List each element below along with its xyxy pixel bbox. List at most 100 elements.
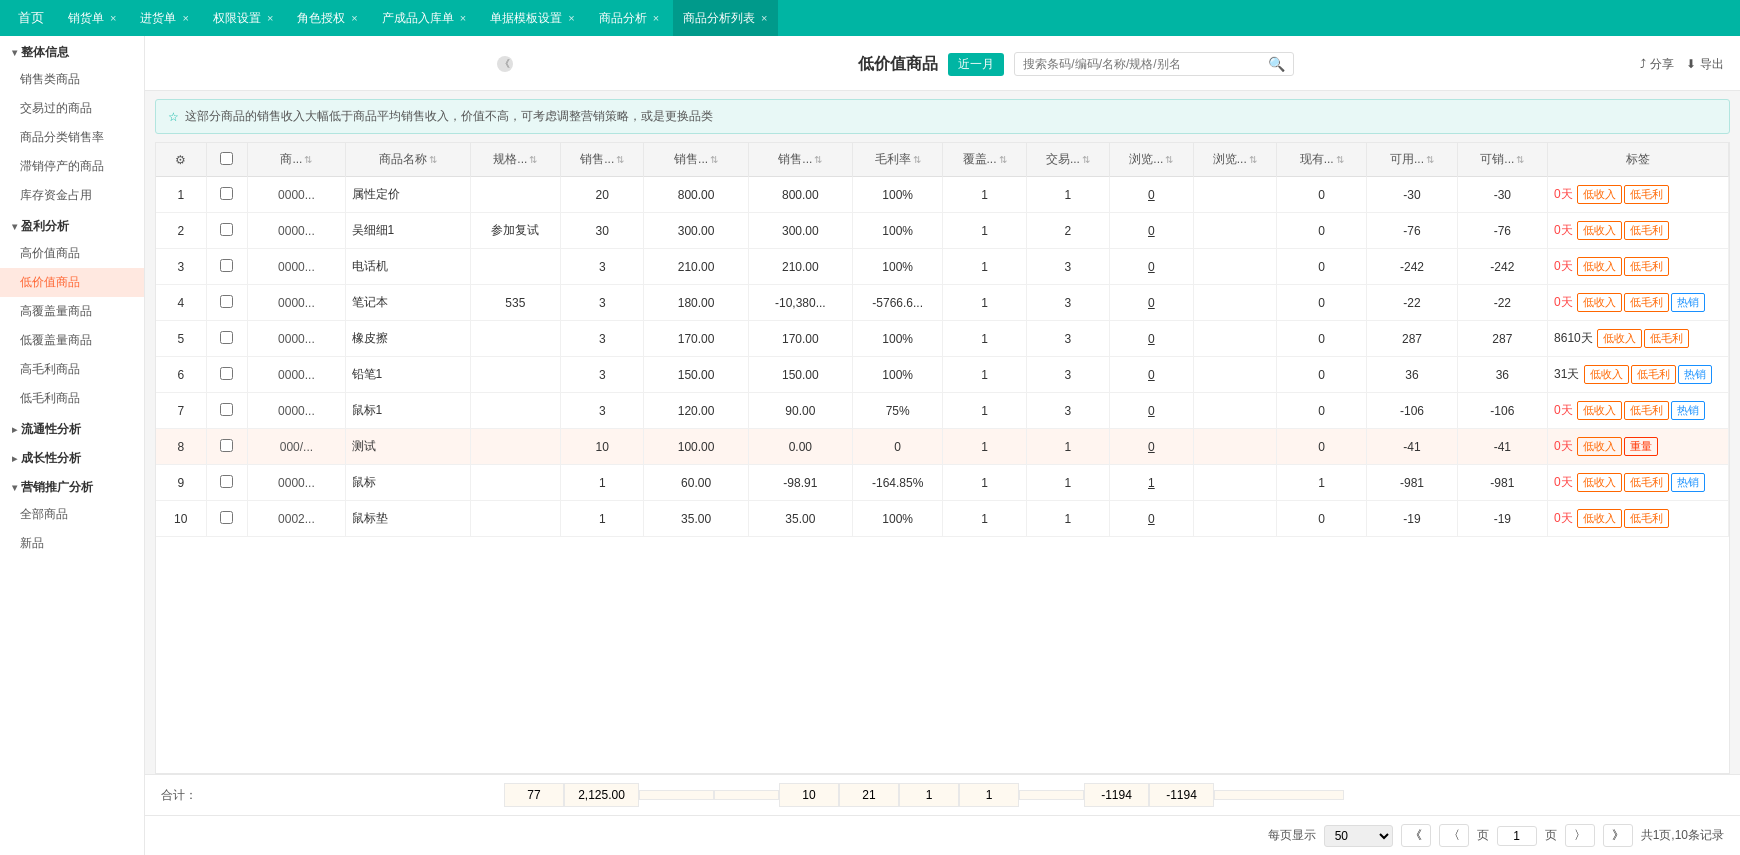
- row-select-checkbox[interactable]: [220, 511, 233, 524]
- nav-product-analysis[interactable]: 商品分析 ×: [589, 0, 669, 36]
- column-trades[interactable]: 交易...⇅: [1026, 143, 1109, 177]
- browse-link[interactable]: 0: [1148, 332, 1155, 346]
- row-select-checkbox[interactable]: [220, 223, 233, 236]
- sidebar-group-marketing[interactable]: ▾ 营销推广分析: [0, 471, 144, 500]
- nav-role-auth[interactable]: 角色授权 ×: [287, 0, 367, 36]
- data-table-container[interactable]: ⚙ 商...⇅ 商品名称⇅ 规格...⇅ 销售...⇅ 销售...⇅ 销售...…: [155, 142, 1730, 774]
- column-sales-amount[interactable]: 销售...⇅: [644, 143, 748, 177]
- select-all-checkbox[interactable]: [220, 152, 233, 165]
- nav-sales-order[interactable]: 销货单 ×: [58, 0, 126, 36]
- page-input[interactable]: [1497, 826, 1537, 846]
- row-select-checkbox[interactable]: [220, 367, 233, 380]
- row-browse1[interactable]: 0: [1110, 213, 1193, 249]
- row-browse1[interactable]: 0: [1110, 249, 1193, 285]
- close-icon[interactable]: ×: [460, 12, 466, 24]
- column-tags[interactable]: 标签: [1548, 143, 1729, 177]
- sidebar-item-inventory-capital[interactable]: 库存资金占用: [0, 181, 144, 210]
- row-browse1[interactable]: 0: [1110, 501, 1193, 537]
- browse-link[interactable]: 0: [1148, 188, 1155, 202]
- row-checkbox[interactable]: [206, 465, 248, 501]
- close-icon[interactable]: ×: [351, 12, 357, 24]
- column-checkbox[interactable]: [206, 143, 248, 177]
- prev-page-button[interactable]: 〈: [1439, 824, 1469, 847]
- row-checkbox[interactable]: [206, 285, 248, 321]
- collapse-sidebar-button[interactable]: 《: [497, 56, 513, 72]
- row-select-checkbox[interactable]: [220, 187, 233, 200]
- filter-recent-month-button[interactable]: 近一月: [948, 53, 1004, 76]
- row-checkbox[interactable]: [206, 501, 248, 537]
- row-select-checkbox[interactable]: [220, 295, 233, 308]
- row-checkbox[interactable]: [206, 213, 248, 249]
- share-button[interactable]: ⤴ 分享: [1640, 56, 1674, 73]
- row-checkbox[interactable]: [206, 429, 248, 465]
- sidebar-group-growth[interactable]: ▸ 成长性分析: [0, 442, 144, 471]
- sidebar-item-high-coverage[interactable]: 高覆盖量商品: [0, 297, 144, 326]
- row-browse1[interactable]: 0: [1110, 285, 1193, 321]
- row-select-checkbox[interactable]: [220, 331, 233, 344]
- sidebar-group-profit[interactable]: ▾ 盈利分析: [0, 210, 144, 239]
- column-browse1[interactable]: 浏览...⇅: [1110, 143, 1193, 177]
- column-gross-rate[interactable]: 毛利率⇅: [852, 143, 942, 177]
- row-browse1[interactable]: 0: [1110, 321, 1193, 357]
- nav-home[interactable]: 首页: [8, 0, 54, 36]
- per-page-select[interactable]: 50 100: [1324, 825, 1393, 847]
- nav-purchase-order[interactable]: 进货单 ×: [130, 0, 198, 36]
- row-browse1[interactable]: 0: [1110, 357, 1193, 393]
- nav-product-stock[interactable]: 产成品入库单 ×: [372, 0, 476, 36]
- column-saleable[interactable]: 可销...⇅: [1457, 143, 1547, 177]
- close-icon[interactable]: ×: [182, 12, 188, 24]
- next-page-button[interactable]: 〉: [1565, 824, 1595, 847]
- browse-link[interactable]: 1: [1148, 476, 1155, 490]
- sidebar-item-all-products[interactable]: 全部商品: [0, 500, 144, 529]
- browse-link[interactable]: 0: [1148, 512, 1155, 526]
- sidebar-item-low-coverage[interactable]: 低覆盖量商品: [0, 326, 144, 355]
- column-name[interactable]: 商品名称⇅: [345, 143, 470, 177]
- browse-link[interactable]: 0: [1148, 224, 1155, 238]
- sidebar-item-sales-products[interactable]: 销售类商品: [0, 65, 144, 94]
- search-input[interactable]: [1023, 57, 1268, 71]
- row-checkbox[interactable]: [206, 249, 248, 285]
- row-browse1[interactable]: 0: [1110, 177, 1193, 213]
- close-icon[interactable]: ×: [267, 12, 273, 24]
- sidebar-item-category-sales-rate[interactable]: 商品分类销售率: [0, 123, 144, 152]
- nav-product-analysis-list[interactable]: 商品分析列表 ×: [673, 0, 777, 36]
- column-stock[interactable]: 现有...⇅: [1276, 143, 1366, 177]
- column-sales-val[interactable]: 销售...⇅: [748, 143, 852, 177]
- close-icon[interactable]: ×: [110, 12, 116, 24]
- browse-link[interactable]: 0: [1148, 296, 1155, 310]
- row-browse1[interactable]: 0: [1110, 429, 1193, 465]
- first-page-button[interactable]: 《: [1401, 824, 1431, 847]
- column-coverage[interactable]: 覆盖...⇅: [943, 143, 1026, 177]
- browse-link[interactable]: 0: [1148, 368, 1155, 382]
- sidebar-item-high-margin[interactable]: 高毛利商品: [0, 355, 144, 384]
- row-checkbox[interactable]: [206, 177, 248, 213]
- sidebar-item-slow-products[interactable]: 滞销停产的商品: [0, 152, 144, 181]
- column-spec[interactable]: 规格...⇅: [470, 143, 560, 177]
- row-browse1[interactable]: 0: [1110, 393, 1193, 429]
- browse-link[interactable]: 0: [1148, 404, 1155, 418]
- row-select-checkbox[interactable]: [220, 475, 233, 488]
- browse-link[interactable]: 0: [1148, 440, 1155, 454]
- column-sales-qty[interactable]: 销售...⇅: [561, 143, 644, 177]
- row-select-checkbox[interactable]: [220, 403, 233, 416]
- row-checkbox[interactable]: [206, 393, 248, 429]
- column-settings[interactable]: ⚙: [156, 143, 206, 177]
- column-code[interactable]: 商...⇅: [248, 143, 345, 177]
- row-checkbox[interactable]: [206, 321, 248, 357]
- nav-permission-settings[interactable]: 权限设置 ×: [203, 0, 283, 36]
- row-select-checkbox[interactable]: [220, 259, 233, 272]
- search-icon[interactable]: 🔍: [1268, 56, 1285, 72]
- column-available[interactable]: 可用...⇅: [1367, 143, 1457, 177]
- browse-link[interactable]: 0: [1148, 260, 1155, 274]
- nav-template-settings[interactable]: 单据模板设置 ×: [480, 0, 584, 36]
- sidebar-item-low-value[interactable]: 低价值商品: [0, 268, 144, 297]
- sidebar-item-new-products[interactable]: 新品: [0, 529, 144, 558]
- export-button[interactable]: ⬇ 导出: [1686, 56, 1724, 73]
- last-page-button[interactable]: 》: [1603, 824, 1633, 847]
- sidebar-item-traded-products[interactable]: 交易过的商品: [0, 94, 144, 123]
- row-checkbox[interactable]: [206, 357, 248, 393]
- close-icon[interactable]: ×: [653, 12, 659, 24]
- row-browse1[interactable]: 1: [1110, 465, 1193, 501]
- sidebar-group-circulation[interactable]: ▸ 流通性分析: [0, 413, 144, 442]
- close-icon[interactable]: ×: [761, 12, 767, 24]
